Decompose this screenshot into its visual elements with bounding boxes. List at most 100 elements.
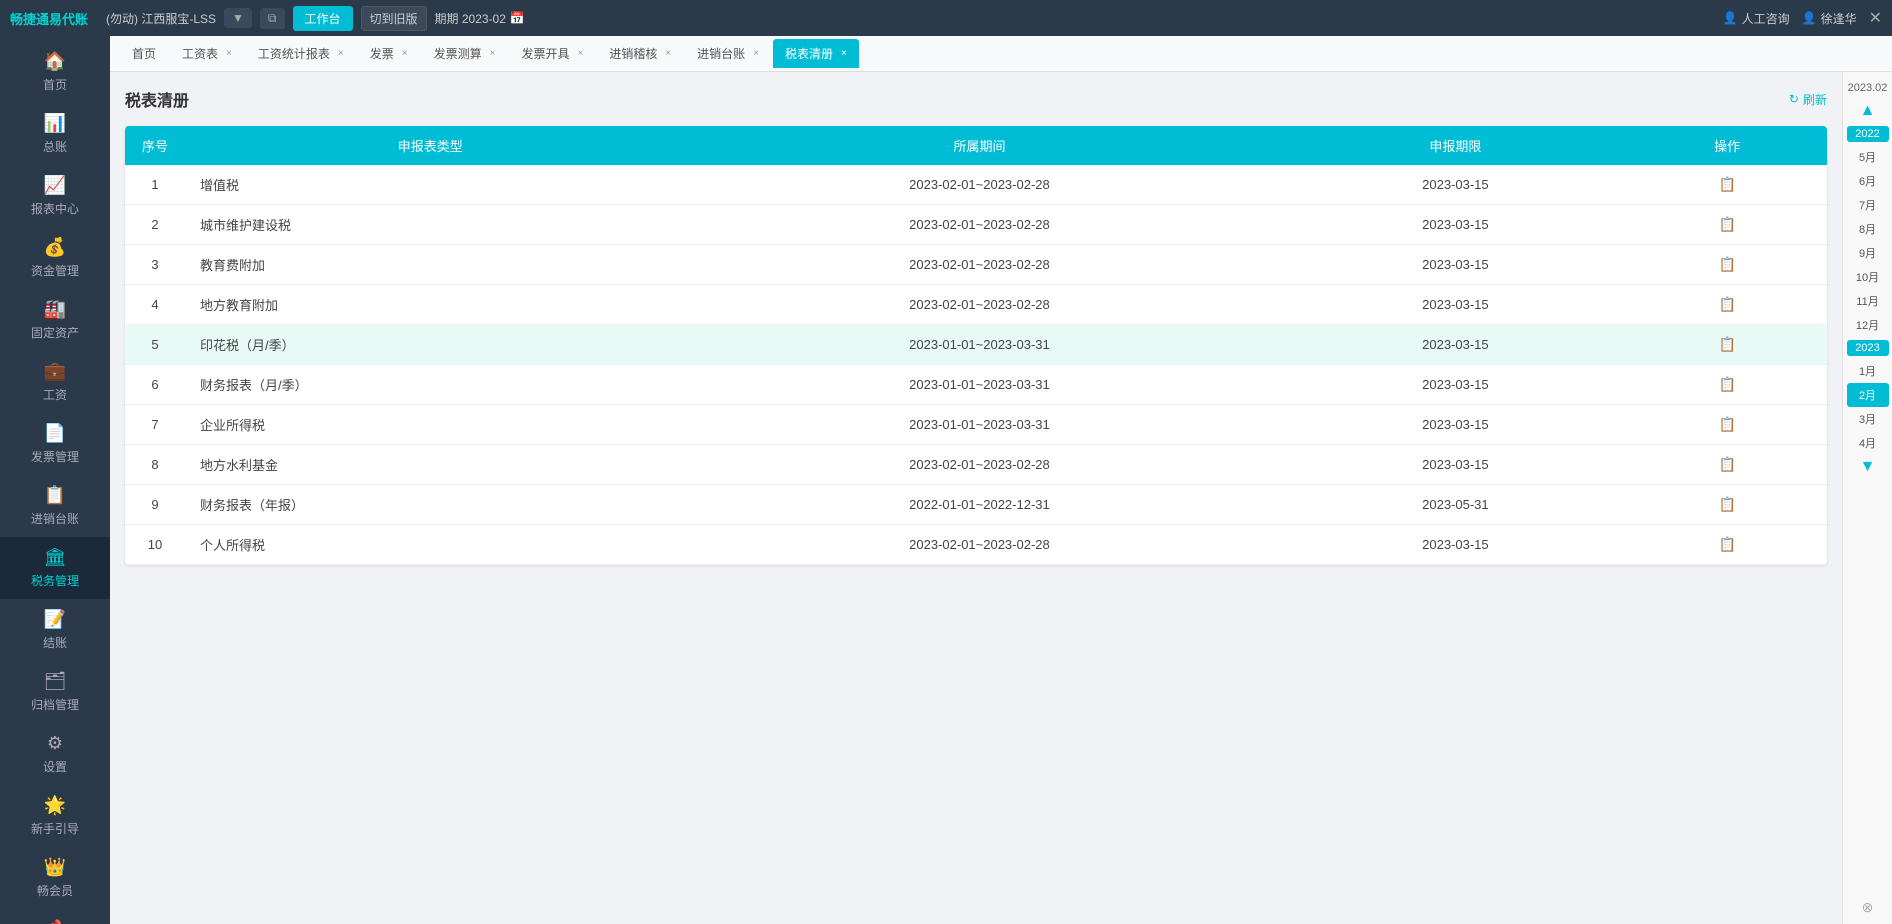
sidebar-item-报表中心[interactable]: 📈 报表中心 xyxy=(0,165,110,227)
sidebar-item-新手引导[interactable]: 🌟 新手引导 xyxy=(0,785,110,847)
cell-index: 1 xyxy=(125,165,185,205)
sidebar-item-发票管理[interactable]: 📄 发票管理 xyxy=(0,413,110,475)
cell-index: 7 xyxy=(125,405,185,445)
tab-进销台账[interactable]: 进销台账× xyxy=(685,39,771,68)
panel-month-7月[interactable]: 7月 xyxy=(1847,193,1889,217)
tab-close-icon[interactable]: × xyxy=(665,48,671,59)
table-row: 2城市维护建设税2023-02-01~2023-02-282023-03-15📋 xyxy=(125,205,1827,245)
right-panel: 2023.02▲20225月6月7月8月9月10月11月12月20231月2月3… xyxy=(1842,72,1892,924)
panel-up-nav[interactable]: ▲ xyxy=(1857,99,1879,123)
tab-close-icon[interactable]: × xyxy=(753,48,759,59)
ai-consult-btn[interactable]: 👤 人工咨询 xyxy=(1723,10,1790,27)
tab-首页[interactable]: 首页 xyxy=(120,39,168,68)
tab-close-icon[interactable]: × xyxy=(226,48,232,59)
cell-index: 9 xyxy=(125,485,185,525)
sidebar-icon: 🏠 xyxy=(44,51,66,72)
workbench-btn[interactable]: 工作台 xyxy=(293,6,353,31)
sidebar-item-进销台账[interactable]: 📋 进销台账 xyxy=(0,475,110,537)
tab-label: 发票 xyxy=(370,45,394,62)
panel-month-4月[interactable]: 4月 xyxy=(1847,431,1889,455)
panel-month-9月[interactable]: 9月 xyxy=(1847,241,1889,265)
tab-label: 工资统计报表 xyxy=(258,45,330,62)
sidebar-item-总账[interactable]: 📊 总账 xyxy=(0,103,110,165)
cell-deadline: 2023-03-15 xyxy=(1283,205,1627,245)
panel-month-10月[interactable]: 10月 xyxy=(1847,265,1889,289)
tab-close-icon[interactable]: × xyxy=(402,48,408,59)
sidebar-icon: 📊 xyxy=(44,113,66,134)
close-btn[interactable]: ✕ xyxy=(1869,8,1882,28)
action-view-icon[interactable]: 📋 xyxy=(1718,336,1735,352)
pin-icon: 📌 xyxy=(48,920,62,924)
panel-month-11月[interactable]: 11月 xyxy=(1847,289,1889,313)
cell-type: 城市维护建设税 xyxy=(185,205,675,245)
tab-close-icon[interactable]: × xyxy=(577,48,583,59)
tab-进销稽核[interactable]: 进销稽核 × xyxy=(597,39,683,68)
page-title: 税表清册 xyxy=(125,87,189,111)
sidebar-item-工资[interactable]: 💼 工资 xyxy=(0,351,110,413)
panel-month-6月[interactable]: 6月 xyxy=(1847,169,1889,193)
action-view-icon[interactable]: 📋 xyxy=(1718,176,1735,192)
panel-month-1月[interactable]: 1月 xyxy=(1847,359,1889,383)
table-row: 6财务报表（月/季）2023-01-01~2023-03-312023-03-1… xyxy=(125,365,1827,405)
tab-close-icon[interactable]: × xyxy=(490,48,496,59)
panel-collapse-btn[interactable]: ⊗ xyxy=(1859,896,1877,919)
cell-action: 📋 xyxy=(1627,485,1827,525)
sidebar-item-畅会员[interactable]: 👑 畅会员 xyxy=(0,847,110,909)
tab-close-icon[interactable]: × xyxy=(841,48,847,59)
action-view-icon[interactable]: 📋 xyxy=(1718,376,1735,392)
tab-税表清册[interactable]: 税表清册× xyxy=(773,39,859,68)
panel-year-2023[interactable]: 2023 xyxy=(1847,340,1889,356)
sidebar-label: 总账 xyxy=(43,138,67,155)
table-row: 10个人所得税2023-02-01~2023-02-282023-03-15📋 xyxy=(125,525,1827,565)
sidebar-label: 报表中心 xyxy=(31,200,79,217)
panel-month-5月[interactable]: 5月 xyxy=(1847,145,1889,169)
company-name: (勿动) 江西服宝-LSS xyxy=(106,10,216,27)
action-view-icon[interactable]: 📋 xyxy=(1718,496,1735,512)
cell-action: 📋 xyxy=(1627,365,1827,405)
tab-label: 进销稽核 xyxy=(609,45,657,62)
sidebar-item-税务管理[interactable]: 🏛 税务管理 xyxy=(0,537,110,599)
cell-type: 教育费附加 xyxy=(185,245,675,285)
sidebar-item-资金管理[interactable]: 💰 资金管理 xyxy=(0,227,110,289)
cell-type: 个人所得税 xyxy=(185,525,675,565)
panel-month-8月[interactable]: 8月 xyxy=(1847,217,1889,241)
sidebar-item-首页[interactable]: 🏠 首页 xyxy=(0,41,110,103)
sidebar-bottom-unpin[interactable]: 📌取消固定 xyxy=(0,909,110,924)
user-menu[interactable]: 👤 徐逢华 xyxy=(1802,10,1857,27)
action-view-icon[interactable]: 📋 xyxy=(1718,256,1735,272)
table-row: 5印花税（月/季）2023-01-01~2023-03-312023-03-15… xyxy=(125,325,1827,365)
cell-action: 📋 xyxy=(1627,285,1827,325)
cell-index: 8 xyxy=(125,445,185,485)
panel-month-2月[interactable]: 2月 xyxy=(1847,383,1889,407)
tab-工资统计报表[interactable]: 工资统计报表 × xyxy=(246,39,356,68)
panel-month-12月[interactable]: 12月 xyxy=(1847,313,1889,337)
tab-工资表[interactable]: 工资表× xyxy=(170,39,244,68)
sidebar-item-结账[interactable]: 📝 结账 xyxy=(0,599,110,661)
panel-year-2022[interactable]: 2022 xyxy=(1847,126,1889,142)
copy-btn[interactable]: ⧉ xyxy=(260,8,285,29)
action-view-icon[interactable]: 📋 xyxy=(1718,296,1735,312)
tab-发票测算[interactable]: 发票测算× xyxy=(422,39,508,68)
action-view-icon[interactable]: 📋 xyxy=(1718,536,1735,552)
refresh-btn[interactable]: ↻ 刷新 xyxy=(1789,91,1827,108)
col-header-type: 申报表类型 xyxy=(185,126,675,165)
sidebar-icon: 📈 xyxy=(44,175,66,196)
tab-bar: 首页工资表×工资统计报表×发票×发票测算×发票开具×进销稽核×进销台账×税表清册… xyxy=(110,36,1892,72)
action-view-icon[interactable]: 📋 xyxy=(1718,216,1735,232)
cell-index: 10 xyxy=(125,525,185,565)
panel-down-nav[interactable]: ▼ xyxy=(1857,455,1879,479)
tab-发票[interactable]: 发票 × xyxy=(358,39,420,68)
cell-deadline: 2023-03-15 xyxy=(1283,165,1627,205)
switch-old-btn[interactable]: 切到旧版 xyxy=(361,6,427,31)
sidebar-item-固定资产[interactable]: 🏭 固定资产 xyxy=(0,289,110,351)
tab-close-icon[interactable]: × xyxy=(338,48,344,59)
sidebar-item-设置[interactable]: ⚙ 设置 xyxy=(0,723,110,785)
sidebar-label: 结账 xyxy=(43,634,67,651)
sidebar-item-归档管理[interactable]: 🗂 归档管理 xyxy=(0,661,110,723)
panel-month-3月[interactable]: 3月 xyxy=(1847,407,1889,431)
company-dropdown-btn[interactable]: ▼ xyxy=(224,8,252,28)
action-view-icon[interactable]: 📋 xyxy=(1718,456,1735,472)
action-view-icon[interactable]: 📋 xyxy=(1718,416,1735,432)
tab-发票开具[interactable]: 发票开具× xyxy=(509,39,595,68)
cell-deadline: 2023-03-15 xyxy=(1283,445,1627,485)
